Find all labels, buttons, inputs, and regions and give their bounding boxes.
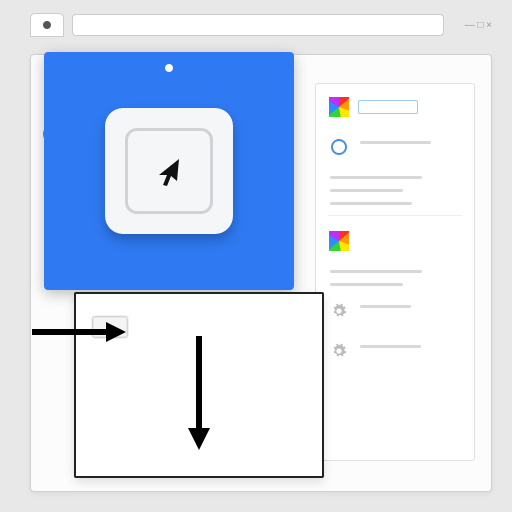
bullet-icon (43, 21, 51, 29)
card-dot-icon (165, 64, 173, 72)
drop-panel[interactable] (74, 292, 324, 478)
browser-chrome: — □ × (30, 8, 492, 42)
side-row-colors[interactable] (328, 96, 462, 118)
side-text-block (330, 176, 462, 205)
cursor-arrow-icon (149, 151, 189, 191)
side-text-lines (360, 141, 462, 154)
browser-tab[interactable] (30, 13, 64, 37)
keycap (105, 108, 233, 234)
address-bar[interactable] (72, 14, 444, 36)
side-row-settings-2[interactable] (328, 340, 462, 362)
arrow-right-icon (30, 320, 126, 344)
circle-icon (328, 136, 350, 158)
gear-icon (328, 300, 350, 322)
instruction-card (44, 52, 294, 290)
rainbow-icon (328, 230, 350, 252)
side-row-settings[interactable] (328, 300, 462, 322)
side-text-block-2 (330, 270, 462, 286)
side-text-small-2 (360, 345, 462, 358)
arrow-down-icon (186, 334, 212, 452)
window-controls[interactable]: — □ × (452, 20, 492, 31)
gear-icon (328, 340, 350, 362)
side-separator (328, 215, 462, 216)
keycap-inner (125, 128, 213, 214)
side-text-small (360, 305, 462, 318)
rainbow-icon (328, 96, 350, 118)
side-row-circle[interactable] (328, 136, 462, 158)
side-row-colors-2[interactable] (328, 230, 462, 252)
side-panel (315, 83, 475, 461)
side-input[interactable] (358, 100, 418, 114)
